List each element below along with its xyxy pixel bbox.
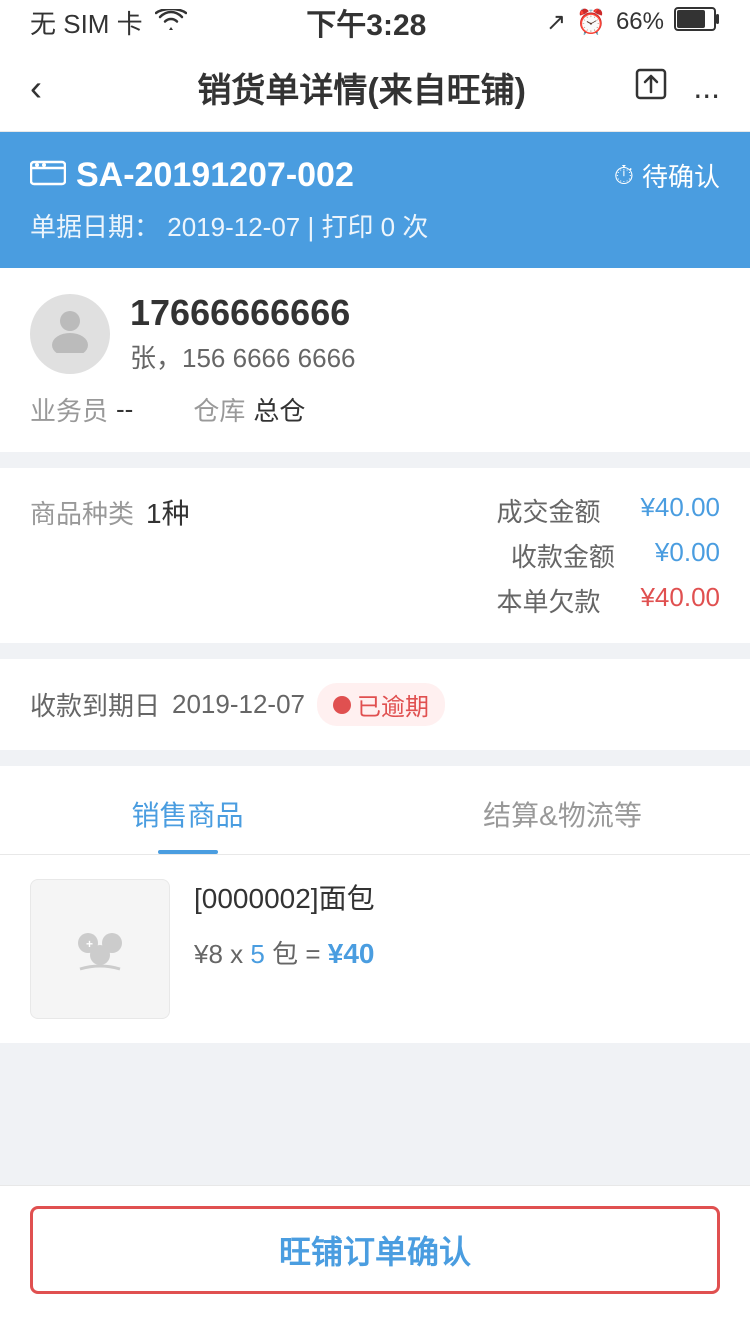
tab-settlement[interactable]: 结算&物流等	[375, 766, 750, 854]
due-date-label: 收款到期日	[30, 686, 160, 723]
status-text: 待确认	[642, 157, 720, 194]
battery-icon	[674, 7, 720, 38]
order-id-text: SA-20191207-002	[76, 156, 354, 195]
customer-section: 17666666666 张，156 6666 6666 业务员 -- 仓库 总仓	[0, 268, 750, 452]
product-item: + [0000002]面包 ¥8 x 5 包 = ¥40	[0, 855, 750, 1043]
avatar-icon	[45, 303, 95, 364]
tabs-section: 销售商品 结算&物流等 + [0000002]面包 ¥8 x 5 包 =	[0, 766, 750, 1043]
order-id-icon	[30, 156, 66, 195]
location-icon: ↗	[546, 8, 566, 37]
battery-text: 66%	[616, 8, 664, 36]
customer-phone: 17666666666	[130, 292, 356, 334]
received-amount-row: 收款金额 ¥0.00	[511, 537, 720, 574]
unit-price: ¥8	[194, 939, 223, 969]
goods-kind-field: 商品种类 1种	[30, 492, 190, 532]
product-info: [0000002]面包 ¥8 x 5 包 = ¥40	[194, 879, 720, 971]
alarm-icon: ⏰	[576, 8, 606, 37]
order-header-top: SA-20191207-002 ⏱ 待确认	[30, 156, 720, 195]
received-amount-label: 收款金额	[511, 537, 615, 574]
due-date-value: 2019-12-07	[172, 689, 305, 720]
overdue-text: 已逾期	[357, 687, 429, 722]
goods-kind-label: 商品种类	[30, 494, 134, 531]
back-button[interactable]: ‹	[30, 67, 90, 109]
product-price: ¥8 x 5 包 = ¥40	[194, 934, 720, 971]
wifi-icon	[155, 7, 187, 38]
amounts-section: 成交金额 ¥40.00 收款金额 ¥0.00 本单欠款 ¥40.00	[496, 492, 720, 619]
customer-meta: 业务员 -- 仓库 总仓	[30, 391, 720, 428]
status-right: ↗ ⏰ 66%	[546, 7, 720, 38]
date-label: 单据日期：	[30, 212, 160, 242]
status-clock-icon: ⏱	[614, 160, 634, 192]
svg-text:+: +	[86, 937, 93, 951]
order-status: ⏱ 待确认	[614, 157, 720, 194]
product-name: [0000002]面包	[194, 879, 720, 918]
order-header: SA-20191207-002 ⏱ 待确认 单据日期： 2019-12-07 |…	[0, 132, 750, 268]
equals-sign: =	[305, 939, 327, 969]
unit: 包	[272, 939, 298, 969]
confirm-wangpu-button[interactable]: 旺铺订单确认	[30, 1206, 720, 1294]
order-summary-section: 商品种类 1种 成交金额 ¥40.00 收款金额 ¥0.00 本单欠款 ¥40.…	[0, 468, 750, 643]
quantity: 5	[250, 939, 264, 969]
summary-row: 商品种类 1种 成交金额 ¥40.00 收款金额 ¥0.00 本单欠款 ¥40.…	[30, 492, 720, 619]
customer-row: 17666666666 张，156 6666 6666	[30, 292, 720, 375]
warehouse-label: 仓库	[193, 391, 245, 428]
transaction-amount-row: 成交金额 ¥40.00	[496, 492, 720, 529]
date-value: 2019-12-07	[167, 212, 300, 242]
total-price: ¥40	[328, 938, 375, 969]
transaction-amount-label: 成交金额	[496, 492, 600, 529]
order-id: SA-20191207-002	[30, 156, 354, 195]
received-amount-value: ¥0.00	[655, 537, 720, 574]
status-bar: 无 SIM 卡 下午3:28 ↗ ⏰ 66%	[0, 0, 750, 44]
no-sim-text: 无 SIM 卡	[30, 4, 143, 41]
salesperson-field: 业务员 --	[30, 391, 133, 428]
customer-info: 17666666666 张，156 6666 6666	[130, 292, 356, 375]
status-left: 无 SIM 卡	[30, 4, 187, 41]
tab-sales-products[interactable]: 销售商品	[0, 766, 375, 854]
product-thumbnail: +	[30, 879, 170, 1019]
salesperson-label: 业务员	[30, 391, 108, 428]
multiply-sign: x	[230, 939, 250, 969]
warehouse-value: 总仓	[253, 391, 305, 428]
goods-kind-value: 1种	[146, 492, 190, 532]
due-date-section: 收款到期日 2019-12-07 已逾期	[0, 659, 750, 750]
print-info: | 打印 0 次	[307, 212, 428, 242]
share-icon[interactable]	[633, 66, 669, 109]
overdue-dot-icon	[333, 696, 351, 714]
overdue-badge: 已逾期	[317, 683, 445, 726]
salesperson-value: --	[116, 394, 133, 425]
transaction-amount-value: ¥40.00	[640, 492, 720, 529]
page-title: 销货单详情(来自旺铺)	[197, 63, 526, 112]
outstanding-amount-row: 本单欠款 ¥40.00	[496, 582, 720, 619]
tabs-header: 销售商品 结算&物流等	[0, 766, 750, 855]
more-button[interactable]: ...	[693, 69, 720, 106]
nav-bar: ‹ 销货单详情(来自旺铺) ...	[0, 44, 750, 132]
customer-name: 张，156 6666 6666	[130, 338, 356, 375]
bottom-bar: 旺铺订单确认	[0, 1185, 750, 1334]
status-time: 下午3:28	[306, 0, 426, 44]
nav-actions: ...	[633, 66, 720, 109]
outstanding-amount-value: ¥40.00	[640, 582, 720, 619]
outstanding-amount-label: 本单欠款	[496, 582, 600, 619]
order-date: 单据日期： 2019-12-07 | 打印 0 次	[30, 207, 720, 244]
avatar	[30, 294, 110, 374]
product-code: [0000002]	[194, 883, 319, 914]
warehouse-field: 仓库 总仓	[193, 391, 305, 428]
product-title: 面包	[319, 883, 375, 914]
